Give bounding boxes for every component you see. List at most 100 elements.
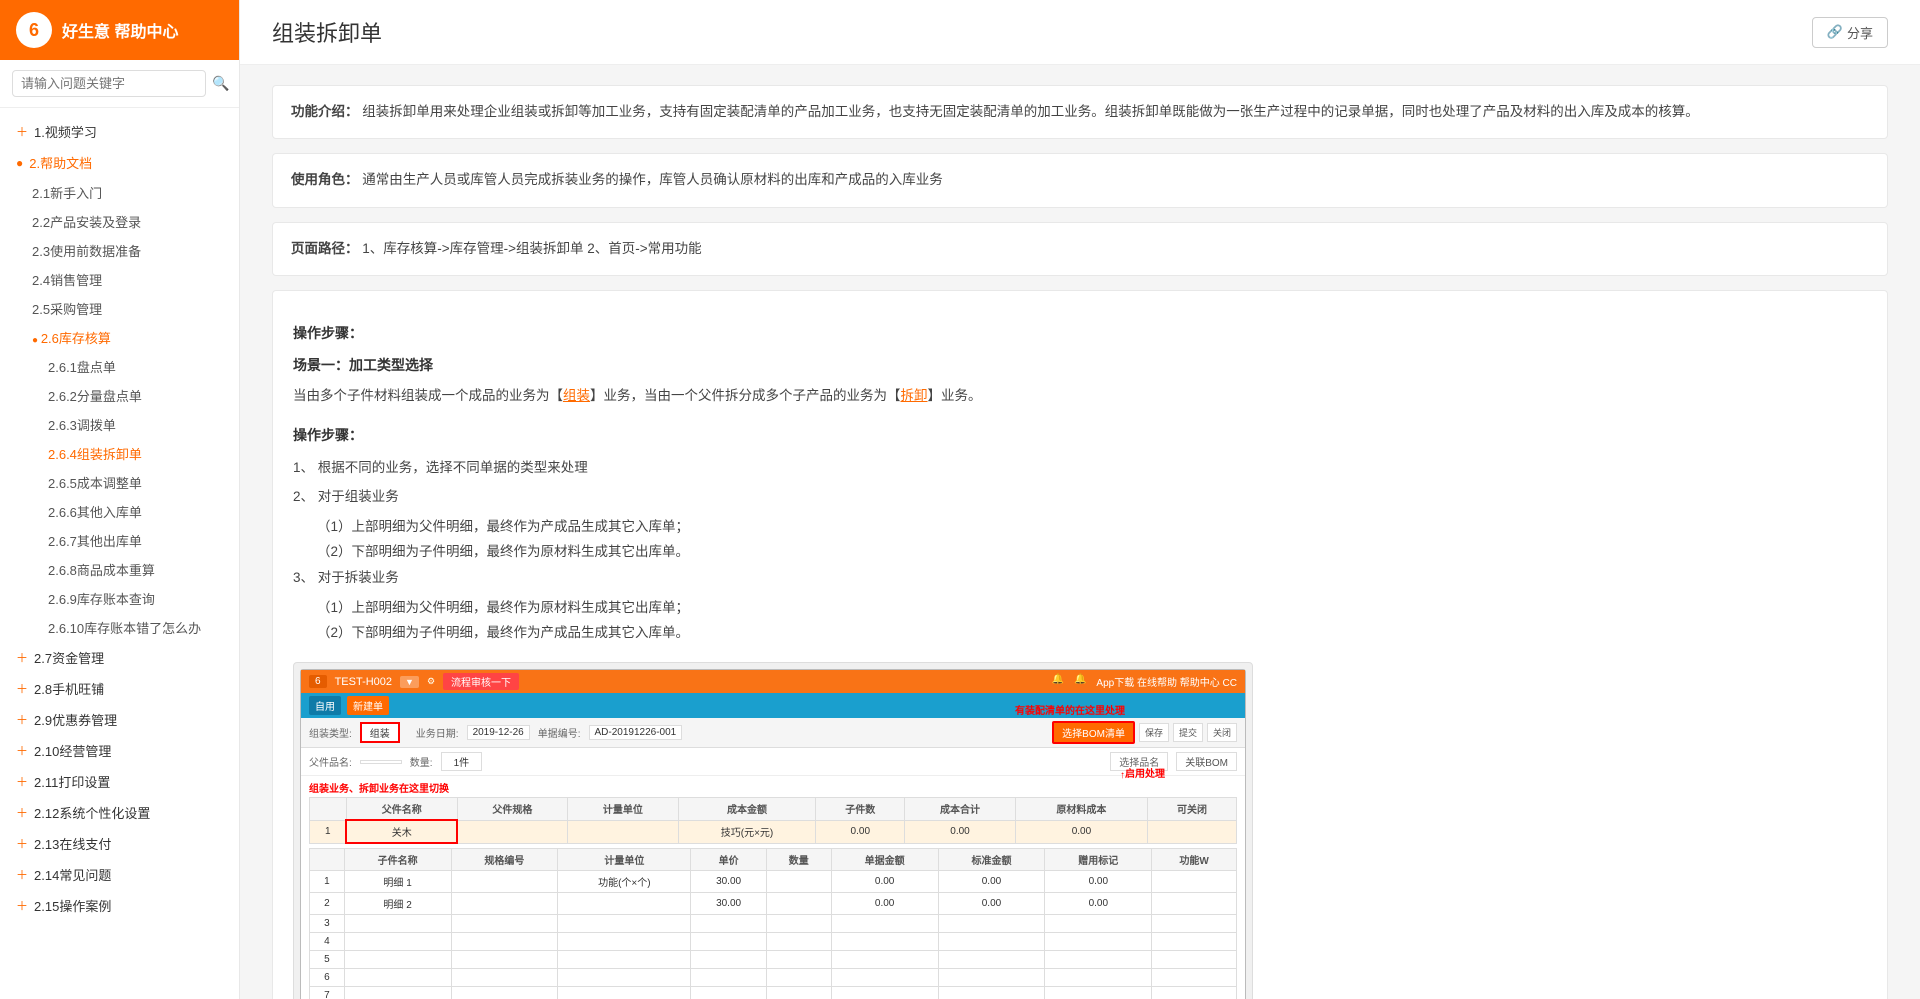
annotation-asm: 组装业务、拆卸业务在这里切换 xyxy=(309,778,1237,797)
sidebar-item-2-6-3[interactable]: 2.6.3调拨单 xyxy=(0,410,239,439)
plus-icon-2-10: ＋ xyxy=(16,742,28,759)
main-content: 组装拆卸单 🔗 分享 功能介绍： 组装拆卸单用来处理企业组装或拆卸等加工业务，支… xyxy=(240,0,1920,999)
parent-table: 父件名称 父件规格 计量单位 成本金额 子件数 成本合计 原材料成本 可关闭 xyxy=(309,797,1237,844)
link-assembly[interactable]: 组装 xyxy=(563,388,590,403)
th-material-cost: 原材料成本 xyxy=(1015,798,1147,821)
sub-row-4: 4 xyxy=(310,933,1237,951)
topbar-company: TEST-H002 xyxy=(335,676,392,688)
sidebar-item-2-10[interactable]: ＋ 2.10经营管理 xyxy=(0,735,239,766)
sidebar-item-2-6-1[interactable]: 2.6.1盘点单 xyxy=(0,352,239,381)
plus-icon-2-11: ＋ xyxy=(16,773,28,790)
step-3-sub1: （1）上部明细为父件明细，最终作为原材料生成其它出库单； xyxy=(293,595,1867,621)
th-close: 可关闭 xyxy=(1148,798,1237,821)
td-spec xyxy=(457,820,568,843)
sidebar-item-2-8[interactable]: ＋ 2.8手机旺铺 xyxy=(0,673,239,704)
sidebar-item-2-6-4[interactable]: 2.6.4组装拆卸单 xyxy=(0,439,239,468)
toolbar-type-select[interactable]: 组装 xyxy=(360,722,400,743)
sidebar-item-2-11[interactable]: ＋ 2.11打印设置 xyxy=(0,766,239,797)
sub-table: 子件名称 规格编号 计量单位 单价 数量 单据金额 标准金额 赠用标记 功能W xyxy=(309,848,1237,999)
ops-steps-title: 操作步骤： xyxy=(293,425,1867,445)
topbar-process-btn[interactable]: 流程审核一下 xyxy=(443,673,519,690)
sidebar-item-2-9[interactable]: ＋ 2.9优惠券管理 xyxy=(0,704,239,735)
nav-home[interactable]: 自用 xyxy=(309,696,341,715)
share-button[interactable]: 🔗 分享 xyxy=(1812,17,1888,48)
topbar-right: 🔔 🔔 App下载 在线帮助 帮助中心 CC xyxy=(1052,674,1237,689)
sub-th-gift: 赠用标记 xyxy=(1045,849,1152,871)
app-form-row: 父件品名: 数量: 1件 选择品名 关联BOM xyxy=(301,748,1245,776)
search-input[interactable] xyxy=(12,70,206,97)
sub-row-3: 3 xyxy=(310,915,1237,933)
sidebar-item-2-6-10[interactable]: 2.6.10库存账本错了怎么办 xyxy=(0,613,239,642)
app-toolbar: 组装类型: 组装 业务日期: 2019-12-26 单据编号: AD-20191… xyxy=(301,718,1245,748)
sidebar-header: 6 好生意 帮助中心 xyxy=(0,0,239,60)
nav-new[interactable]: 新建单 xyxy=(347,696,389,715)
sub-th-spec: 规格编号 xyxy=(451,849,558,871)
sub-th-amount: 单据金额 xyxy=(831,849,938,871)
sub-th-std: 标准金额 xyxy=(938,849,1045,871)
info-block-intro: 功能介绍： 组装拆卸单用来处理企业组装或拆卸等加工业务，支持有固定装配清单的产品… xyxy=(272,85,1888,139)
sub-row-6: 6 xyxy=(310,969,1237,987)
form-parent-name[interactable] xyxy=(360,760,402,764)
sub-row-2: 2 明细 2 30.00 0.00 0.00 0.00 xyxy=(310,893,1237,915)
sidebar-item-2-6-6[interactable]: 2.6.6其他入库单 xyxy=(0,497,239,526)
share-icon: 🔗 xyxy=(1827,24,1843,40)
path-text: 1、库存核算->库存管理->组装拆卸单 2、首页->常用功能 xyxy=(362,241,701,256)
sidebar-item-videos[interactable]: ＋ 1.视频学习 xyxy=(0,116,239,147)
sidebar-item-2-2[interactable]: 2.2产品安装及登录 xyxy=(0,207,239,236)
sub-row-1: 1 明细 1 功能(个×个) 30.00 0.00 0.00 0.00 xyxy=(310,871,1237,893)
form-bom-action[interactable]: 关联BOM xyxy=(1176,752,1237,771)
th-unit: 计量单位 xyxy=(568,798,679,821)
sidebar-item-2-6[interactable]: ● 2.6库存核算 xyxy=(0,323,239,352)
link-disassembly[interactable]: 拆卸 xyxy=(901,388,928,403)
minus-icon: ● xyxy=(16,156,23,170)
sidebar-item-label: 2.帮助文档 xyxy=(29,153,92,172)
td-seq: 1 xyxy=(310,820,347,843)
sidebar: 6 好生意 帮助中心 🔍 ＋ 1.视频学习 ● 2.帮助文档 2.1新手入门 2… xyxy=(0,0,240,999)
sub-table-container: 子件名称 规格编号 计量单位 单价 数量 单据金额 标准金额 赠用标记 功能W xyxy=(301,846,1245,999)
plus-icon-2-15: ＋ xyxy=(16,897,28,914)
plus-icon-2-8: ＋ xyxy=(16,680,28,697)
sidebar-item-2-4[interactable]: 2.4销售管理 xyxy=(0,265,239,294)
th-parent-name: 父件名称 xyxy=(346,798,457,821)
td-unit xyxy=(568,820,679,843)
sidebar-item-2-12[interactable]: ＋ 2.12系统个性化设置 xyxy=(0,797,239,828)
toolbar-action1[interactable]: 保存 xyxy=(1139,723,1169,742)
sidebar-item-2-6-5[interactable]: 2.6.5成本调整单 xyxy=(0,468,239,497)
steps-block: 操作步骤： 场景一：加工类型选择 当由多个子件材料组装成一个成品的业务为【组装】… xyxy=(272,290,1888,999)
td-material-cost-val: 0.00 xyxy=(1015,820,1147,843)
step-1-num: 1、 xyxy=(293,460,314,475)
sidebar-item-docs[interactable]: ● 2.帮助文档 xyxy=(0,147,239,178)
sidebar-item-2-6-8[interactable]: 2.6.8商品成本重算 xyxy=(0,555,239,584)
bom-select-btn[interactable]: 选择BOM清单 xyxy=(1052,721,1135,744)
toolbar-date[interactable]: 2019-12-26 xyxy=(467,725,530,740)
th-cost-total: 成本合计 xyxy=(905,798,1016,821)
sidebar-item-2-5[interactable]: 2.5采购管理 xyxy=(0,294,239,323)
annotation-enable: 启用处理 xyxy=(1125,765,1165,780)
topbar-dropdown[interactable]: ▼ xyxy=(400,676,419,688)
plus-icon-2-14: ＋ xyxy=(16,866,28,883)
role-label: 使用角色： xyxy=(291,172,359,187)
toolbar-action3[interactable]: 关闭 xyxy=(1207,723,1237,742)
sidebar-item-2-6-7[interactable]: 2.6.7其他出库单 xyxy=(0,526,239,555)
sidebar-item-2-13[interactable]: ＋ 2.13在线支付 xyxy=(0,828,239,859)
sidebar-item-2-14[interactable]: ＋ 2.14常见问题 xyxy=(0,859,239,890)
role-text: 通常由生产人员或库管人员完成拆装业务的操作，库管人员确认原材料的出库和产成品的入… xyxy=(362,172,943,187)
sidebar-item-2-1[interactable]: 2.1新手入门 xyxy=(0,178,239,207)
th-parent-spec: 父件规格 xyxy=(457,798,568,821)
minus-dot-icon: ● xyxy=(32,335,41,346)
sub-row-5: 5 xyxy=(310,951,1237,969)
sidebar-item-2-15[interactable]: ＋ 2.15操作案例 xyxy=(0,890,239,921)
sidebar-item-2-3[interactable]: 2.3使用前数据准备 xyxy=(0,236,239,265)
sub-th-seq xyxy=(310,849,345,871)
sidebar-item-2-6-2[interactable]: 2.6.2分量盘点单 xyxy=(0,381,239,410)
form-qty[interactable]: 1件 xyxy=(441,752,483,771)
scenario1-desc: 当由多个子件材料组装成一个成品的业务为【组装】业务，当由一个父件拆分成多个子产品… xyxy=(293,383,1867,409)
sub-row-7: 7 xyxy=(310,987,1237,999)
scenario1-title: 场景一：加工类型选择 xyxy=(293,355,1867,375)
search-icon[interactable]: 🔍 xyxy=(212,75,229,92)
sidebar-item-2-6-9[interactable]: 2.6.9库存账本查询 xyxy=(0,584,239,613)
intro-label: 功能介绍： xyxy=(291,104,359,119)
toolbar-action2[interactable]: 提交 xyxy=(1173,723,1203,742)
screenshot-container: 6 TEST-H002 ▼ ⚙ 流程审核一下 🔔 🔔 App下载 在线帮助 帮助… xyxy=(293,662,1253,999)
sidebar-item-2-7[interactable]: ＋ 2.7资金管理 xyxy=(0,642,239,673)
